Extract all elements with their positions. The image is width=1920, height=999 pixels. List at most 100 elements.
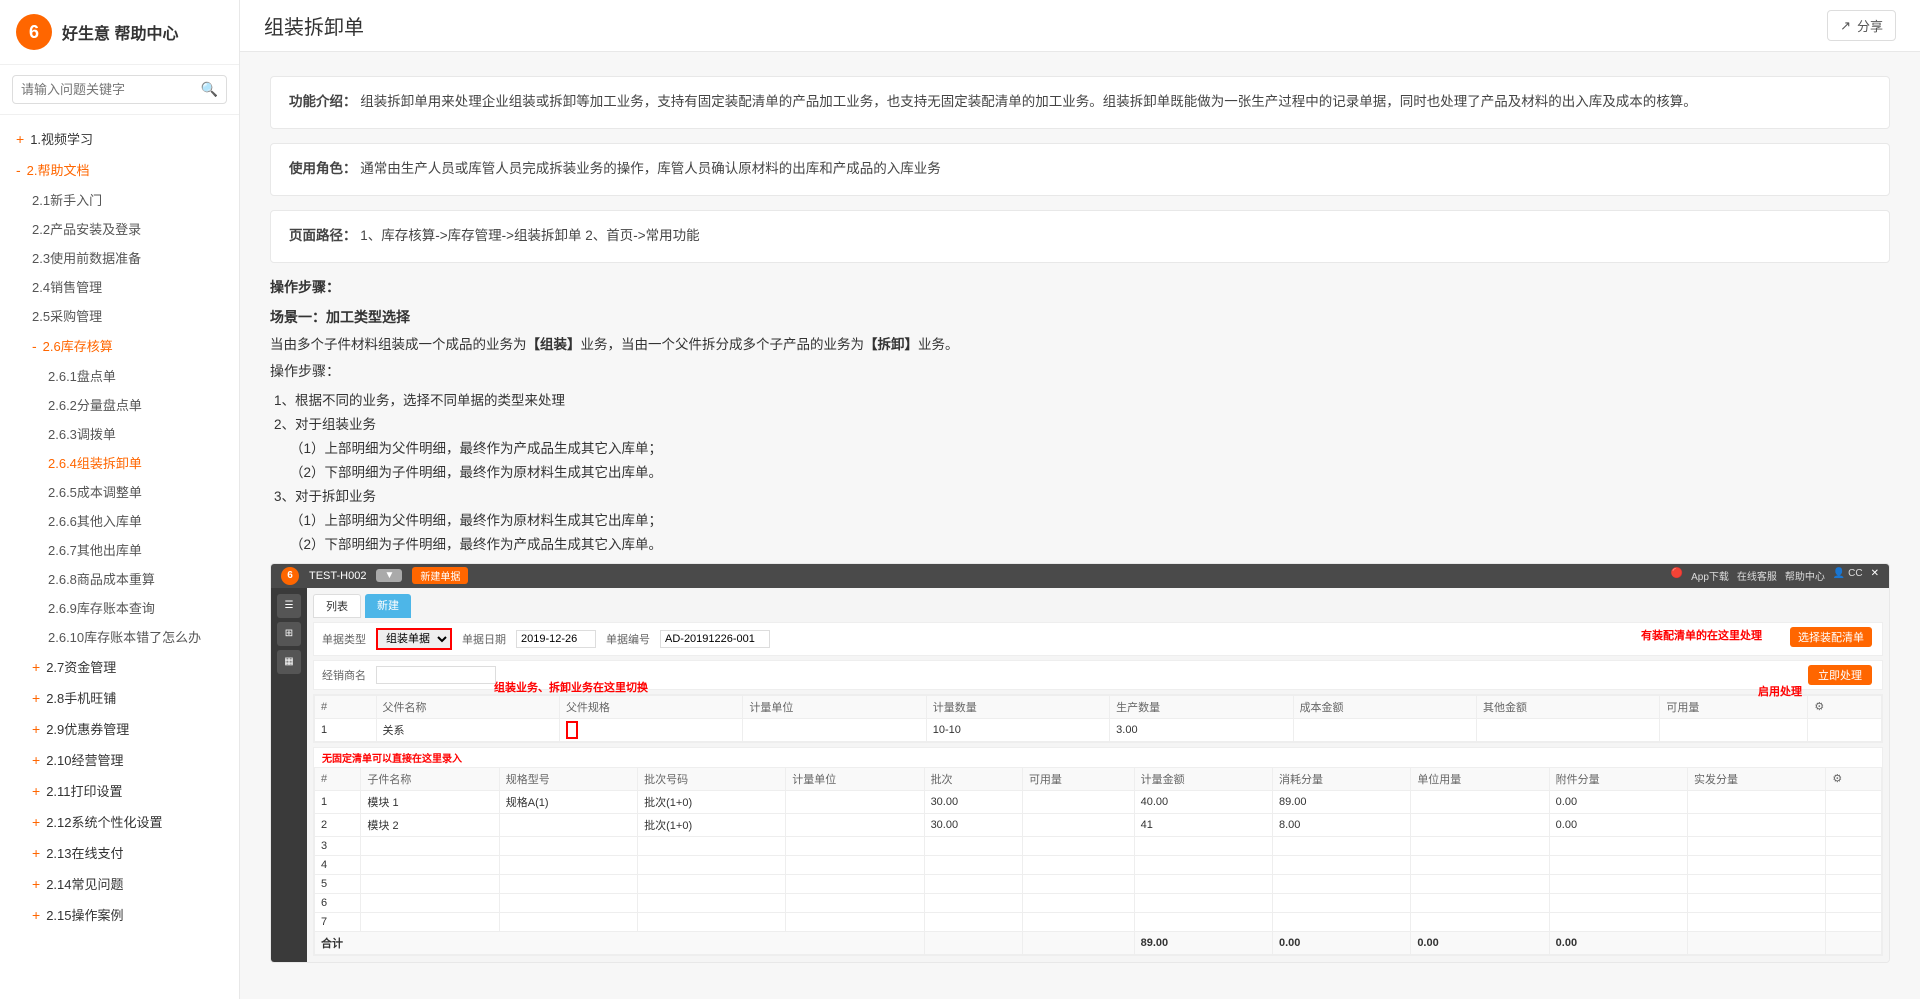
sidebar-item-211[interactable]: + 2.11打印设置 — [0, 775, 239, 806]
content-area: 功能介绍： 组装拆卸单用来处理企业组装或拆卸等加工业务，支持有固定装配清单的产品… — [240, 52, 1920, 999]
col-header-5: 计量数量 — [926, 695, 1109, 718]
search-input[interactable] — [21, 82, 201, 97]
plus-icon: + — [16, 131, 24, 147]
sidebar-item-26[interactable]: - 2.6库存核算 — [0, 330, 239, 361]
feature-intro-block: 功能介绍： 组装拆卸单用来处理企业组装或拆卸等加工业务，支持有固定装配清单的产品… — [270, 76, 1890, 129]
mock-form-row2: 经销商名 立即处理 组装业务、拆卸业务在这里切换 启用处理 — [313, 660, 1883, 690]
sidebar-item-29[interactable]: + 2.9优惠券管理 — [0, 713, 239, 744]
plus-icon: + — [32, 690, 40, 706]
sidebar-item-214[interactable]: + 2.14常见问题 — [0, 868, 239, 899]
table-row: 7 — [315, 912, 1882, 931]
sidebar-item-22[interactable]: 2.2产品安装及登录 — [0, 214, 239, 243]
sidebar-item-label: 2.帮助文档 — [27, 160, 90, 179]
plus-icon: + — [32, 876, 40, 892]
sidebar-item-23[interactable]: 2.3使用前数据准备 — [0, 243, 239, 272]
table-row: 5 — [315, 874, 1882, 893]
sidebar-item-25[interactable]: 2.5采购管理 — [0, 301, 239, 330]
mock-close-icon[interactable]: ✕ — [1871, 568, 1879, 583]
step2: 2、对于组装业务 — [270, 413, 1890, 433]
mock-nav-icon-3: ▦ — [277, 650, 301, 674]
mock-window-titlebar: 6 TEST-H002 ▼ 新建单据 🔴 App下载 在线客服 帮助中心 👤 C… — [271, 564, 1889, 588]
sidebar-item-24[interactable]: 2.4销售管理 — [0, 272, 239, 301]
mock-logo: 6 — [281, 567, 299, 585]
mock-confirm-btn[interactable]: 立即处理 — [1808, 665, 1872, 685]
form-date-input[interactable] — [516, 630, 596, 648]
mock-app-window: 6 TEST-H002 ▼ 新建单据 🔴 App下载 在线客服 帮助中心 👤 C… — [271, 564, 1889, 962]
sidebar-item-262[interactable]: 2.6.2分量盘点单 — [0, 390, 239, 419]
plus-icon: + — [32, 814, 40, 830]
sidebar-item-264[interactable]: 2.6.4组装拆卸单 — [0, 448, 239, 477]
sidebar-item-label: 2.9优惠券管理 — [46, 719, 129, 738]
plus-icon: + — [32, 845, 40, 861]
plus-icon: + — [32, 752, 40, 768]
sidebar-item-label: 2.13在线支付 — [46, 843, 123, 862]
sidebar: 6 好生意 帮助中心 🔍 + 1.视频学习 - 2.帮助文档 2.1新手入门 2… — [0, 0, 240, 999]
mock-sidenav: ☰ ⊞ ▦ — [271, 588, 307, 962]
col-header-7: 成本金额 — [1293, 695, 1476, 718]
sidebar-item-268[interactable]: 2.6.8商品成本重算 — [0, 564, 239, 593]
mock-main-area: ☰ ⊞ ▦ 列表 新建 — [271, 588, 1889, 962]
mock-nav-icon-2: ⊞ — [277, 622, 301, 646]
sidebar-item-263[interactable]: 2.6.3调拨单 — [0, 419, 239, 448]
topbar: 组装拆卸单 ↗ 分享 — [240, 0, 1920, 52]
sidebar-item-28[interactable]: + 2.8手机旺铺 — [0, 682, 239, 713]
form-type-select[interactable]: 组装单据 — [376, 628, 452, 650]
plus-icon: + — [32, 721, 40, 737]
sidebar-item-210[interactable]: + 2.10经营管理 — [0, 744, 239, 775]
sidebar-item-2610[interactable]: 2.6.10库存账本错了怎么办 — [0, 622, 239, 651]
page-title: 组装拆卸单 — [264, 11, 364, 40]
col-header-10: ⚙ — [1808, 695, 1882, 718]
mock-title: TEST-H002 — [309, 570, 366, 582]
role-label: 使用角色： — [289, 161, 357, 176]
sidebar-item-261[interactable]: 2.6.1盘点单 — [0, 361, 239, 390]
sidebar-item-27[interactable]: + 2.7资金管理 — [0, 651, 239, 682]
mock-select-btn[interactable]: 选择装配清单 — [1790, 627, 1872, 647]
sidebar-item-269[interactable]: 2.6.9库存账本查询 — [0, 593, 239, 622]
sidebar-item-docs[interactable]: - 2.帮助文档 — [0, 154, 239, 185]
scenario1-title: 场景一：加工类型选择 — [270, 307, 1890, 327]
mock-flag-icon: 🔴 — [1671, 568, 1683, 583]
mock-tabs: 列表 新建 — [313, 594, 1883, 618]
scenario1-desc: 当由多个子件材料组装成一个成品的业务为【组装】业务，当由一个父件拆分成多个子产品… — [270, 333, 1890, 353]
table-row: 1 关系 10-10 3.00 — [315, 718, 1882, 741]
share-button[interactable]: ↗ 分享 — [1827, 10, 1896, 41]
form-client-input[interactable] — [376, 666, 496, 684]
mock-help-icon: 在线客服 — [1737, 568, 1777, 583]
form-no-label: 单据编号 — [606, 631, 650, 647]
mock-tab-list: 列表 — [313, 594, 361, 618]
sidebar-item-213[interactable]: + 2.13在线支付 — [0, 837, 239, 868]
mock-help-center: 帮助中心 — [1785, 568, 1825, 583]
step3-sub1: （1）上部明细为父件明细，最终作为原材料生成其它出库单； — [290, 509, 1890, 529]
form-no-input[interactable] — [660, 630, 770, 648]
plus-icon: + — [32, 783, 40, 799]
mock-new-btn: ▼ — [376, 569, 402, 582]
sidebar-item-video[interactable]: + 1.视频学习 — [0, 123, 239, 154]
col-header-4: 计量单位 — [743, 695, 926, 718]
minus-icon: - — [16, 162, 21, 178]
mock-lower-table: 无固定清单可以直接在这里录入 # 子件名称 规格型号 批次号码 计 — [313, 747, 1883, 956]
mock-tab-new: 新建 — [365, 594, 411, 618]
sidebar-item-label: 2.7资金管理 — [46, 657, 116, 676]
sidebar-item-label: 2.15操作案例 — [46, 905, 123, 924]
sidebar-item-21[interactable]: 2.1新手入门 — [0, 185, 239, 214]
annotation1-text: 有装配清单的在这里处理 — [1641, 627, 1762, 643]
sidebar-item-212[interactable]: + 2.12系统个性化设置 — [0, 806, 239, 837]
role-text: 通常由生产人员或库管人员完成拆装业务的操作，库管人员确认原材料的出库和产成品的入… — [360, 161, 941, 176]
table-row: 1 模块 1 规格A(1) 批次(1+0) 30.00 40.00 — [315, 790, 1882, 813]
search-icon[interactable]: 🔍 — [201, 81, 218, 98]
path-label: 页面路径： — [289, 228, 357, 243]
sidebar-item-label: 2.10经营管理 — [46, 750, 123, 769]
sidebar-item-265[interactable]: 2.6.5成本调整单 — [0, 477, 239, 506]
sidebar-item-266[interactable]: 2.6.6其他入库单 — [0, 506, 239, 535]
mock-nav-icon-1: ☰ — [277, 594, 301, 618]
sidebar-item-267[interactable]: 2.6.7其他出库单 — [0, 535, 239, 564]
mock-content: 列表 新建 单据类型 组装单据 单据日期 单 — [307, 588, 1889, 962]
path-block: 页面路径： 1、库存核算->库存管理->组装拆卸单 2、首页->常用功能 — [270, 210, 1890, 263]
sidebar-item-215[interactable]: + 2.15操作案例 — [0, 899, 239, 930]
table-row: 2 模块 2 批次(1+0) 30.00 41 — [315, 813, 1882, 836]
role-block: 使用角色： 通常由生产人员或库管人员完成拆装业务的操作，库管人员确认原材料的出库… — [270, 143, 1890, 196]
step2-sub2: （2）下部明细为子件明细，最终作为原材料生成其它出库单。 — [290, 461, 1890, 481]
form-client-label: 经销商名 — [322, 667, 366, 683]
sidebar-item-label: 2.11打印设置 — [46, 781, 122, 800]
form-date-label: 单据日期 — [462, 631, 506, 647]
